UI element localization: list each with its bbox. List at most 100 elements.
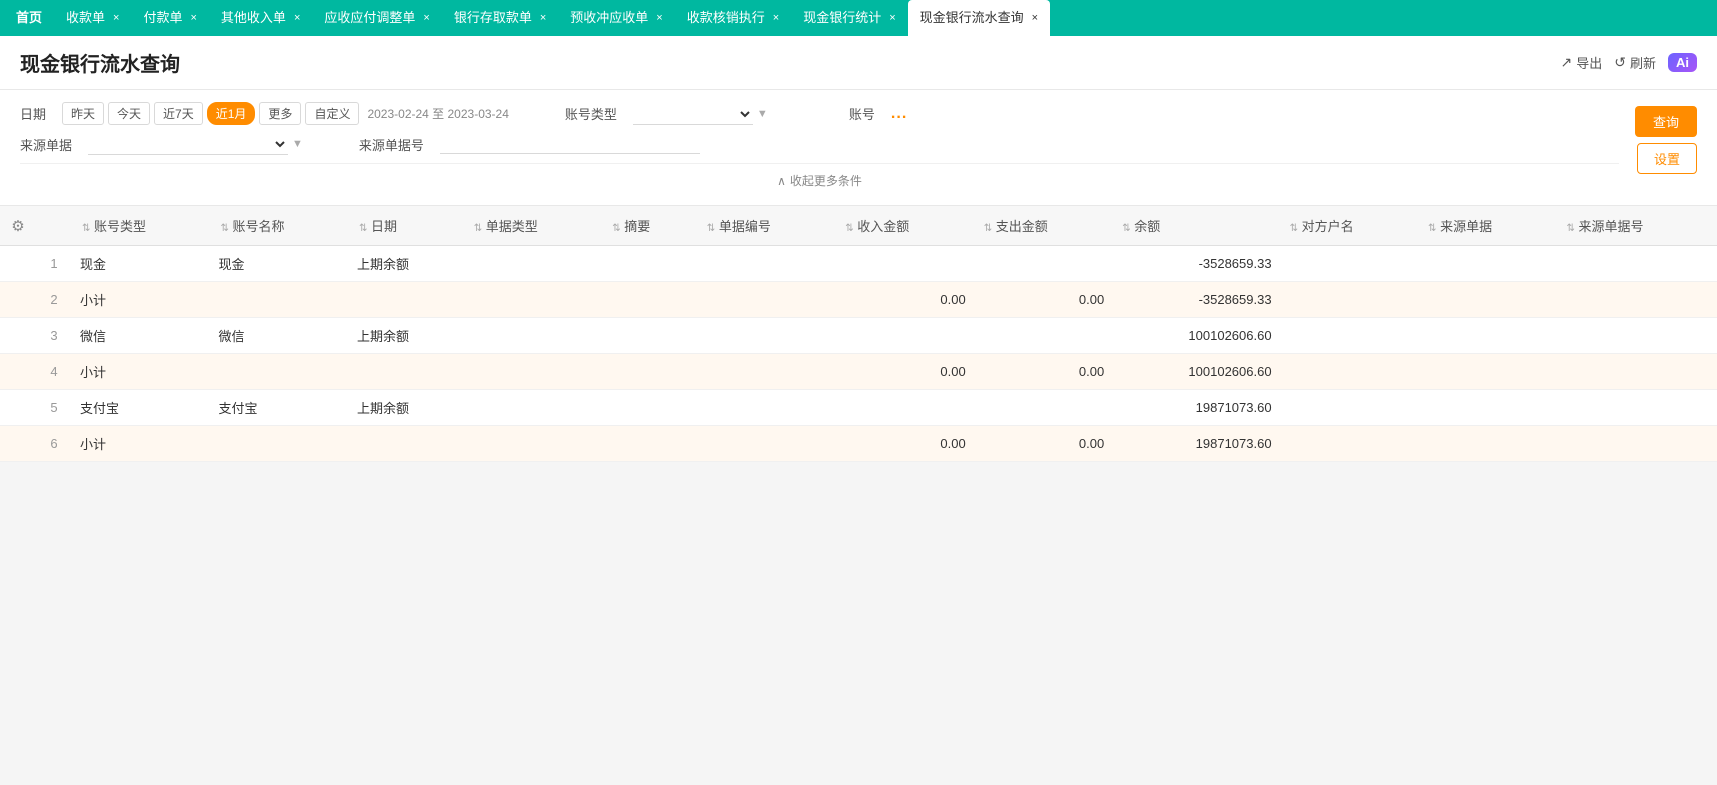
nav-item-receipt-verify[interactable]: 收款核销执行 × (675, 0, 791, 36)
nav-item-prepay-offset[interactable]: 预收冲应收单 × (558, 0, 674, 36)
table-row[interactable]: 6小计0.000.0019871073.60 (0, 426, 1717, 462)
export-icon: ↗ (1561, 54, 1573, 71)
top-nav: 首页 收款单 × 付款单 × 其他收入单 × 应收应付调整单 × 银行存取款单 … (0, 0, 1717, 36)
refresh-icon: ↺ (1614, 54, 1626, 71)
close-receipt-verify-icon[interactable]: × (773, 0, 779, 36)
table-row[interactable]: 1现金现金上期余额-3528659.33 (0, 246, 1717, 282)
sort-icon-source-doc[interactable]: ⇅ (1428, 223, 1436, 234)
account-type-label: 账号类型 (565, 104, 617, 123)
source-doc-num-label: 来源单据号 (359, 135, 424, 154)
col-header-source-doc-num: ⇅ 来源单据号 (1557, 206, 1717, 246)
col-header-date: ⇅ 日期 (349, 206, 464, 246)
account-dots-button[interactable]: ... (891, 105, 907, 123)
collapse-up-icon: ∧ (777, 174, 786, 188)
close-cash-flow-icon[interactable]: × (1032, 0, 1038, 36)
sort-icon-account-type[interactable]: ⇅ (82, 223, 90, 234)
table-container: ⚙ ⇅ 账号类型 ⇅ 账号名称 ⇅ 日期 ⇅ 单据类型 (0, 206, 1717, 462)
other-income-label: 其他收入单 (221, 0, 286, 36)
collapse-button[interactable]: ∧ 收起更多条件 (777, 168, 862, 193)
nav-item-home[interactable]: 首页 (4, 0, 54, 36)
close-prepay-icon[interactable]: × (656, 0, 662, 36)
close-bank-deposit-icon[interactable]: × (540, 0, 546, 36)
page-header: 现金银行流水查询 ↗ 导出 ↺ 刷新 Ai (0, 36, 1717, 90)
account-type-chevron-icon: ▼ (757, 108, 768, 120)
data-table: ⚙ ⇅ 账号类型 ⇅ 账号名称 ⇅ 日期 ⇅ 单据类型 (0, 206, 1717, 462)
table-row[interactable]: 4小计0.000.00100102606.60 (0, 354, 1717, 390)
home-label: 首页 (16, 0, 42, 36)
nav-item-ar-ap-adjust[interactable]: 应收应付调整单 × (312, 0, 441, 36)
sort-icon-counterparty[interactable]: ⇅ (1290, 223, 1298, 234)
source-doc-select[interactable] (88, 133, 288, 155)
table-body: 1现金现金上期余额-3528659.332小计0.000.00-3528659.… (0, 246, 1717, 462)
account-type-select[interactable] (633, 103, 753, 125)
ar-ap-adjust-label: 应收应付调整单 (324, 0, 415, 36)
date-quick-btns: 昨天 今天 近7天 近1月 更多 自定义 2023-02-24 至 2023-0… (62, 102, 509, 125)
settings-button[interactable]: 设置 (1637, 143, 1697, 174)
account-label: 账号 (849, 104, 875, 123)
cash-flow-label: 现金银行流水查询 (920, 0, 1024, 36)
nav-item-payment[interactable]: 付款单 × (131, 0, 208, 36)
sort-icon-account-name[interactable]: ⇅ (220, 223, 228, 234)
sort-icon-doc-type[interactable]: ⇅ (474, 223, 482, 234)
nav-item-bank-deposit[interactable]: 银行存取款单 × (442, 0, 558, 36)
date-btn-7days[interactable]: 近7天 (154, 102, 203, 125)
bank-deposit-label: 银行存取款单 (454, 0, 532, 36)
sort-icon-doc-number[interactable]: ⇅ (707, 223, 715, 234)
filter-area: 日期 昨天 今天 近7天 近1月 更多 自定义 2023-02-24 至 202… (0, 90, 1717, 206)
refresh-button[interactable]: ↺ 刷新 (1614, 53, 1656, 72)
nav-item-receipt[interactable]: 收款单 × (54, 0, 131, 36)
date-btn-yesterday[interactable]: 昨天 (62, 102, 104, 125)
date-btn-today[interactable]: 今天 (108, 102, 150, 125)
date-btn-custom[interactable]: 自定义 (305, 102, 359, 125)
ai-button[interactable]: Ai (1668, 53, 1697, 72)
sort-icon-source-doc-num[interactable]: ⇅ (1567, 223, 1575, 234)
nav-item-cash-flow[interactable]: 现金银行流水查询 × (908, 0, 1050, 36)
sort-icon-expense[interactable]: ⇅ (984, 223, 992, 234)
nav-item-other-income[interactable]: 其他收入单 × (209, 0, 312, 36)
table-row[interactable]: 5支付宝支付宝上期余额19871073.60 (0, 390, 1717, 426)
col-header-balance: ⇅ 余额 (1112, 206, 1279, 246)
cash-stats-label: 现金银行统计 (803, 0, 881, 36)
date-btn-1month[interactable]: 近1月 (207, 102, 256, 125)
close-receipt-icon[interactable]: × (113, 0, 119, 36)
sort-icon-balance[interactable]: ⇅ (1122, 223, 1130, 234)
date-range-text: 2023-02-24 至 2023-03-24 (367, 105, 508, 122)
payment-label: 付款单 (143, 0, 182, 36)
date-btn-more[interactable]: 更多 (259, 102, 301, 125)
page-title: 现金银行流水查询 (20, 48, 180, 77)
receipt-label: 收款单 (66, 0, 105, 36)
col-header-counterparty: ⇅ 对方户名 (1280, 206, 1418, 246)
sort-icon-income[interactable]: ⇅ (845, 223, 853, 234)
settings-column-header[interactable]: ⚙ (0, 206, 36, 246)
close-other-income-icon[interactable]: × (294, 0, 300, 36)
receipt-verify-label: 收款核销执行 (687, 0, 765, 36)
filter-row-2: 来源单据 ▼ 来源单据号 (20, 133, 1619, 155)
sort-icon-date[interactable]: ⇅ (359, 223, 367, 234)
close-payment-icon[interactable]: × (190, 0, 196, 36)
col-header-row-num (36, 206, 72, 246)
col-header-doc-number: ⇅ 单据编号 (697, 206, 835, 246)
close-ar-ap-icon[interactable]: × (423, 0, 429, 36)
nav-item-cash-stats[interactable]: 现金银行统计 × (791, 0, 907, 36)
table-row[interactable]: 2小计0.000.00-3528659.33 (0, 282, 1717, 318)
header-actions: ↗ 导出 ↺ 刷新 Ai (1561, 53, 1698, 72)
col-header-expense: ⇅ 支出金额 (974, 206, 1112, 246)
col-header-account-name: ⇅ 账号名称 (210, 206, 348, 246)
prepay-offset-label: 预收冲应收单 (570, 0, 648, 36)
col-header-account-type: ⇅ 账号类型 (72, 206, 210, 246)
col-header-summary: ⇅ 摘要 (602, 206, 697, 246)
filter-main: 日期 昨天 今天 近7天 近1月 更多 自定义 2023-02-24 至 202… (20, 102, 1619, 197)
filter-row-1: 日期 昨天 今天 近7天 近1月 更多 自定义 2023-02-24 至 202… (20, 102, 1619, 125)
col-header-source-doc: ⇅ 来源单据 (1418, 206, 1556, 246)
collapse-label: 收起更多条件 (790, 172, 862, 189)
source-doc-num-input[interactable] (440, 134, 700, 154)
source-doc-label: 来源单据 (20, 135, 72, 154)
query-button[interactable]: 查询 (1635, 106, 1697, 137)
gear-icon[interactable]: ⚙ (11, 218, 24, 235)
close-cash-stats-icon[interactable]: × (889, 0, 895, 36)
export-button[interactable]: ↗ 导出 (1561, 53, 1603, 72)
export-label: 导出 (1576, 53, 1602, 72)
filter-section: 日期 昨天 今天 近7天 近1月 更多 自定义 2023-02-24 至 202… (20, 102, 1697, 197)
sort-icon-summary[interactable]: ⇅ (612, 223, 620, 234)
table-row[interactable]: 3微信微信上期余额100102606.60 (0, 318, 1717, 354)
